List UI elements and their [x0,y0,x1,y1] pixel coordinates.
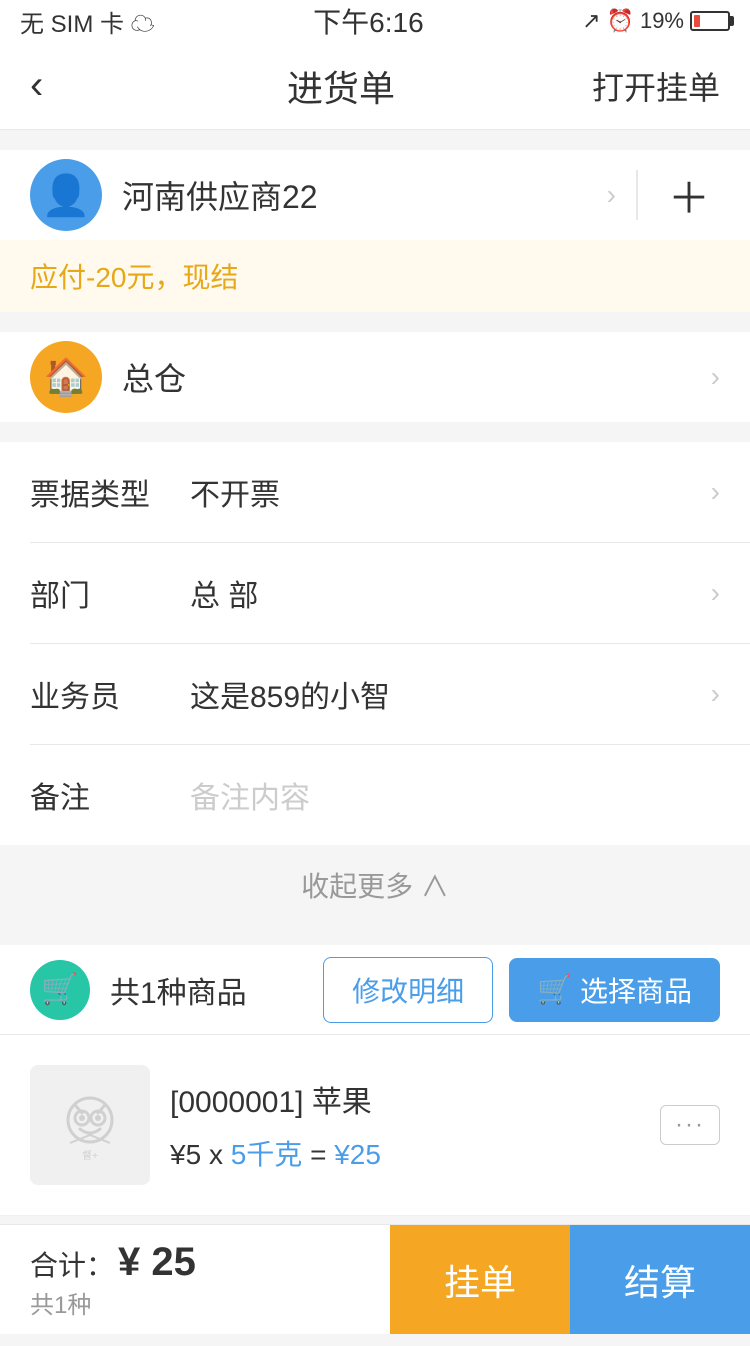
quantity: 5千克 [231,1139,303,1170]
department-chevron: › [711,577,720,609]
top-divider [0,130,750,150]
bottom-bar: 合计： ¥ 25 共1种 挂单 结算 [0,1224,750,1334]
salesperson-label: 业务员 [30,672,170,716]
total-row: 合计： ¥ 25 [30,1240,360,1285]
unit-price: ¥5 [170,1139,201,1170]
info-banner: 应付-20元，现结 [0,240,750,312]
divider-2 [0,422,750,442]
department-value: 总 部 [170,571,711,615]
invoice-type-label: 票据类型 [30,470,170,514]
divider-1 [0,312,750,332]
battery-percent: 19% [640,8,684,34]
total-section: 合计： ¥ 25 共1种 [0,1225,390,1334]
status-bar-right: ↗ ⏰ 19% [582,8,730,34]
salesperson-value: 这是859的小智 [170,672,711,716]
warehouse-chevron-icon: › [711,361,720,393]
product-title: 苹果 [312,1086,372,1119]
product-code: [0000001] [170,1086,303,1119]
more-options-button[interactable]: ··· [660,1105,720,1145]
product-placeholder-icon: 督+ [50,1085,130,1165]
product-item: 督+ [0000001] 苹果 ¥5 x 5千克 = ¥25 ··· [0,1035,750,1216]
product-info: [0000001] 苹果 ¥5 x 5千克 = ¥25 [170,1077,660,1173]
back-button[interactable]: ‹ [30,63,90,108]
hang-button[interactable]: 挂单 [390,1225,570,1334]
open-hang-button[interactable]: 打开挂单 [592,63,720,109]
product-name: [0000001] 苹果 [170,1077,660,1121]
status-time: 下午6:16 [313,1,424,41]
select-product-button[interactable]: 🛒 选择商品 [509,958,720,1022]
battery-icon [690,11,730,31]
location-icon: ↗ [582,8,600,34]
product-section: 🛒 共1种商品 修改明细 🛒 选择商品 督+ [0,945,750,1216]
warehouse-section: 🏠 总仓 › [0,332,750,422]
page-title: 进货单 [287,60,395,112]
person-icon: 👤 [41,172,91,219]
department-row[interactable]: 部门 总 部 › [0,543,750,643]
supplier-chevron-icon: › [607,179,616,211]
product-count-icon: 🛒 [30,960,90,1020]
warehouse-row[interactable]: 🏠 总仓 › [0,332,750,422]
add-button[interactable]: ＋ [658,165,720,226]
total-count: 共1种 [30,1285,360,1320]
salesperson-row[interactable]: 业务员 这是859的小智 › [0,644,750,744]
warehouse-icon-wrap: 🏠 [30,341,102,413]
supplier-section: 👤 河南供应商22 › ＋ 应付-20元，现结 [0,150,750,312]
equals-sign: = [310,1139,334,1170]
remark-row[interactable]: 备注 备注内容 [0,745,750,845]
salesperson-chevron: › [711,678,720,710]
multiply-sign: x [209,1139,231,1170]
product-thumbnail: 督+ [30,1065,150,1185]
alarm-icon: ⏰ [607,8,634,34]
edit-detail-button[interactable]: 修改明细 [323,957,493,1023]
remark-input[interactable]: 备注内容 [170,773,720,817]
department-label: 部门 [30,571,170,615]
invoice-type-chevron: › [711,476,720,508]
nav-bar: ‹ 进货单 打开挂单 [0,42,750,130]
warehouse-name: 总仓 [122,354,711,400]
form-section: 票据类型 不开票 › 部门 总 部 › 业务员 这是859的小智 › 备注 备注… [0,442,750,845]
invoice-type-value: 不开票 [170,470,711,514]
supplier-row[interactable]: 👤 河南供应商22 › ＋ [0,150,750,240]
collapse-row[interactable]: 收起更多 ∧ [0,845,750,925]
collapse-label: 收起更多 ∧ [301,865,449,905]
product-price: ¥5 x 5千克 = ¥25 [170,1133,660,1173]
status-bar-left: 无 SIM 卡 ☁ [20,4,155,39]
remark-label: 备注 [30,773,170,817]
select-product-label: 选择商品 [580,970,692,1010]
supplier-divider [636,170,638,220]
supplier-name: 河南供应商22 [122,172,607,218]
total-amount: ¥ 25 [118,1240,196,1285]
svg-text:督+: 督+ [82,1149,98,1162]
supplier-avatar: 👤 [30,159,102,231]
cart-icon: 🛒 [537,973,572,1006]
product-header: 🛒 共1种商品 修改明细 🛒 选择商品 [0,945,750,1035]
checkout-button[interactable]: 结算 [570,1225,750,1334]
total-label: 合计： [30,1244,114,1284]
warehouse-icon: 🏠 [44,356,89,398]
product-count-label: 共1种商品 [110,968,323,1012]
item-total: ¥25 [334,1139,381,1170]
status-bar: 无 SIM 卡 ☁ 下午6:16 ↗ ⏰ 19% [0,0,750,42]
invoice-type-row[interactable]: 票据类型 不开票 › [0,442,750,542]
sim-status: 无 SIM 卡 ☁ [20,4,155,39]
